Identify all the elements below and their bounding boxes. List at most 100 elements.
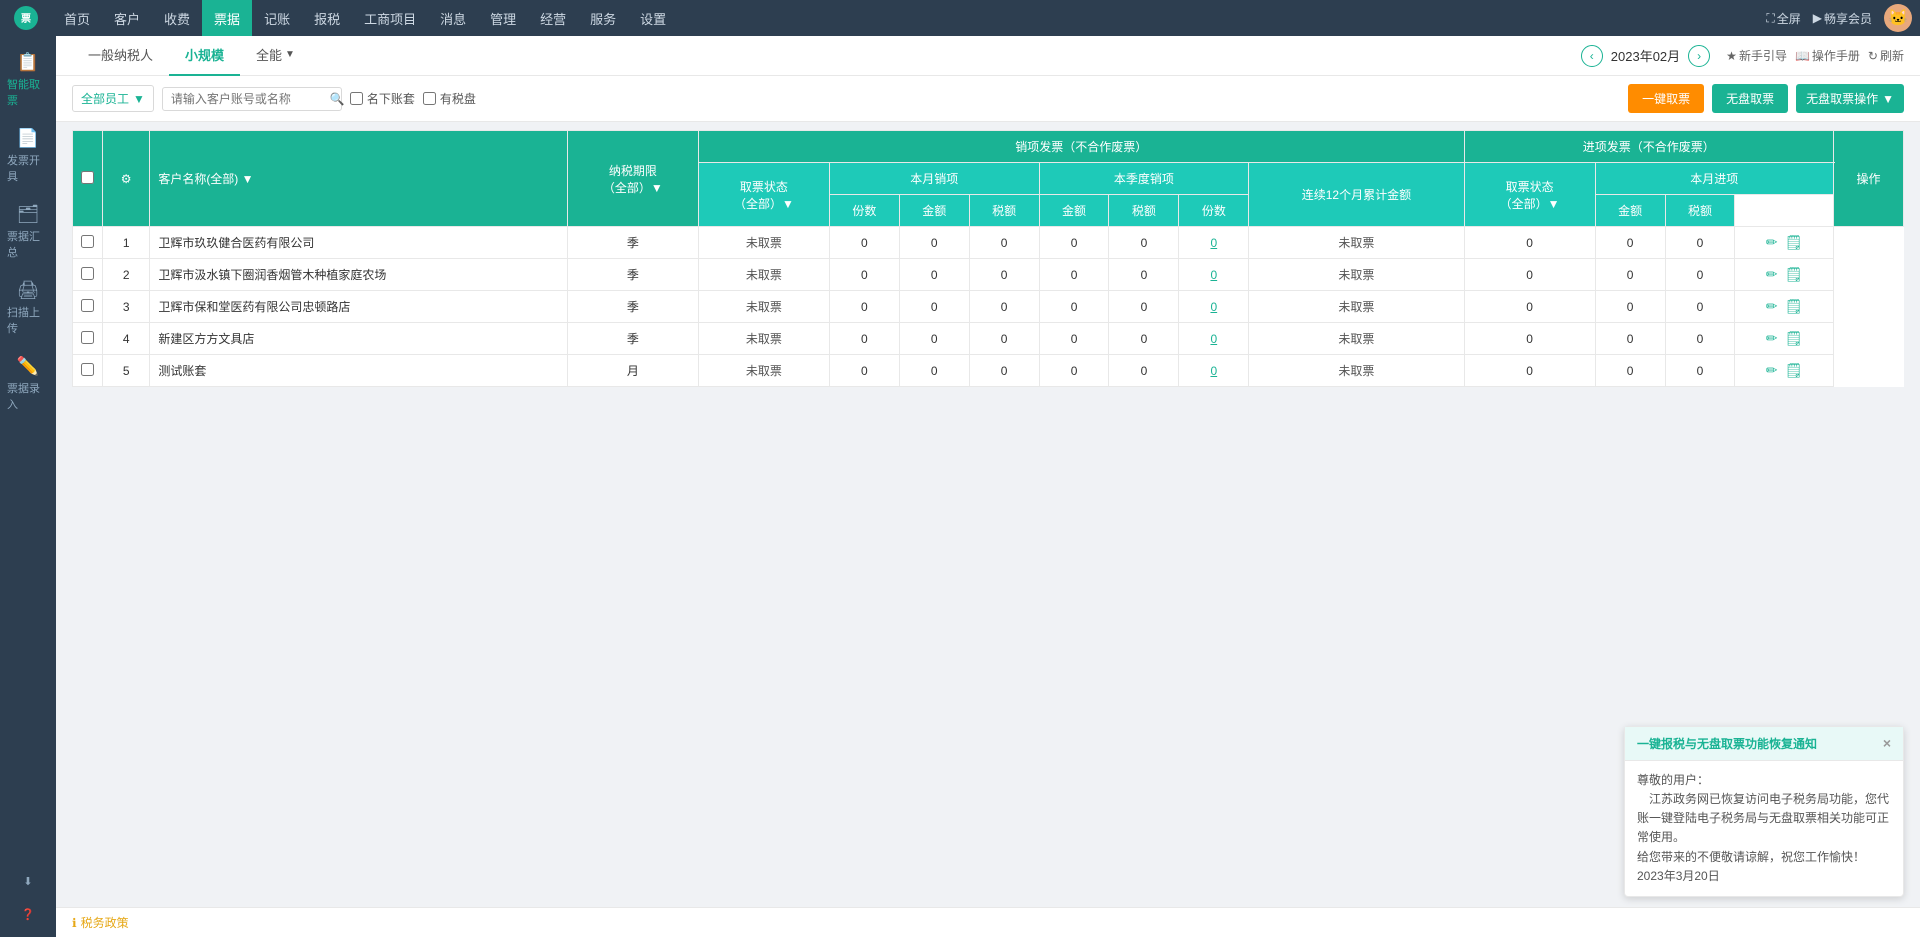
nav-customer[interactable]: 客户 [102, 0, 152, 36]
row-edit-btn-0[interactable]: ✏ [1764, 232, 1780, 253]
th-out-12month: 连续12个月累计金额 [1249, 163, 1464, 227]
row-actions-2: ✏ 🗒 [1735, 291, 1834, 323]
guide-btn[interactable]: ★ 新手引导 [1726, 47, 1787, 64]
row-checkbox-0[interactable] [81, 235, 94, 248]
row-in-month-amount-1: 0 [1595, 259, 1665, 291]
row-checkbox-cell [73, 259, 103, 291]
search-input[interactable] [171, 92, 326, 106]
tab-right-actions: ★ 新手引导 📖 操作手册 ↻ 刷新 [1726, 47, 1904, 64]
nav-collection[interactable]: 收费 [152, 0, 202, 36]
top-navigation: 票 首页 客户 收费 票据 记账 报税 工商项目 消息 管理 经营 服务 设置 … [0, 0, 1920, 36]
row-checkbox-1[interactable] [81, 267, 94, 280]
refresh-btn[interactable]: ↻ 刷新 [1868, 47, 1904, 64]
row-out-12month-2: 0 [1179, 291, 1249, 323]
row-in-status-1: 未取票 [1249, 259, 1464, 291]
period-prev-btn[interactable]: ‹ [1581, 45, 1603, 67]
popup-title: 一键报税与无盘取票功能恢复通知 [1637, 735, 1817, 752]
row-checkbox-3[interactable] [81, 331, 94, 344]
nav-invoice[interactable]: 票据 [202, 0, 252, 36]
no-disk-fetch-btn[interactable]: 无盘取票 [1712, 84, 1788, 113]
nav-bookkeeping[interactable]: 记账 [252, 0, 302, 36]
th-out-status: 取票状态（全部）▼ [698, 163, 829, 227]
nav-home[interactable]: 首页 [52, 0, 102, 36]
th-out-quarter: 本季度销项 [1039, 163, 1249, 195]
popup-close-btn[interactable]: × [1883, 735, 1891, 751]
row-edit-btn-3[interactable]: ✏ [1764, 328, 1780, 349]
row-tax-period-4: 月 [567, 355, 698, 387]
entry-icon: ✏️ [17, 356, 39, 377]
row-name-4: 测试账套 [150, 355, 568, 387]
row-out-quarter-tax-2: 0 [1109, 291, 1179, 323]
member-btn[interactable]: ▶ 畅享会员 [1813, 10, 1872, 27]
no-disk-ops-btn[interactable]: 无盘取票操作 ▼ [1796, 84, 1904, 113]
row-out-month-tax-0: 0 [969, 227, 1039, 259]
table-row: 5 测试账套 月 未取票 0 0 0 0 0 0 未取票 0 0 0 ✏ 🗒 [73, 355, 1904, 387]
nav-settings[interactable]: 设置 [628, 0, 678, 36]
nav-service[interactable]: 服务 [578, 0, 628, 36]
period-next-btn[interactable]: › [1688, 45, 1710, 67]
row-detail-btn-2[interactable]: 🗒 [1783, 296, 1805, 317]
row-out-status-4: 未取票 [698, 355, 829, 387]
manual-btn[interactable]: 📖 操作手册 [1795, 47, 1860, 64]
row-detail-btn-3[interactable]: 🗒 [1783, 328, 1805, 349]
table-row: 2 卫辉市汲水镇下圈润香烟管木种植家庭农场 季 未取票 0 0 0 0 0 0 … [73, 259, 1904, 291]
fullscreen-btn[interactable]: ⛶ 全屏 [1766, 10, 1800, 27]
has-tax-checkbox-label[interactable]: 有税盘 [423, 90, 476, 107]
sub-account-checkbox[interactable] [350, 92, 363, 105]
row-in-month-tax-4: 0 [1665, 355, 1735, 387]
sidebar-item-scan[interactable]: 🖨 扫描上传 [3, 272, 53, 344]
nav-tax[interactable]: 报税 [302, 0, 352, 36]
nav-operation[interactable]: 经营 [528, 0, 578, 36]
row-edit-btn-1[interactable]: ✏ [1764, 264, 1780, 285]
nav-management[interactable]: 管理 [478, 0, 528, 36]
employee-filter[interactable]: 全部员工 ▼ [72, 85, 154, 112]
sidebar-item-download[interactable]: ⬇ [3, 867, 53, 896]
row-num-1: 2 [103, 259, 150, 291]
row-in-month-amount-0: 0 [1595, 227, 1665, 259]
tab-all[interactable]: 全能 ▼ [240, 36, 311, 76]
row-out-month-count-3: 0 [829, 323, 899, 355]
sidebar-item-issue[interactable]: 📄 发票开具 [3, 120, 53, 192]
row-in-status-0: 未取票 [1249, 227, 1464, 259]
has-tax-checkbox[interactable] [423, 92, 436, 105]
sidebar-item-help[interactable]: ❓ [3, 900, 53, 929]
sidebar-item-summary[interactable]: 🗂 票据汇总 [3, 196, 53, 268]
row-in-status-3: 未取票 [1249, 323, 1464, 355]
row-actions-3: ✏ 🗒 [1735, 323, 1834, 355]
row-out-month-amount-1: 0 [899, 259, 969, 291]
row-detail-btn-1[interactable]: 🗒 [1783, 264, 1805, 285]
sidebar-item-smart-fetch[interactable]: 📋 智能取票 [3, 44, 53, 116]
row-detail-btn-0[interactable]: 🗒 [1783, 232, 1805, 253]
row-out-quarter-amount-2: 0 [1039, 291, 1109, 323]
row-checkbox-2[interactable] [81, 299, 94, 312]
row-tax-period-2: 季 [567, 291, 698, 323]
row-checkbox-cell [73, 291, 103, 323]
row-out-status-0: 未取票 [698, 227, 829, 259]
sidebar-item-entry[interactable]: ✏️ 票据录入 [3, 348, 53, 420]
row-in-month-amount-2: 0 [1595, 291, 1665, 323]
user-avatar[interactable]: 🐱 [1884, 4, 1912, 32]
th-in-month-amount: 金额 [1595, 195, 1665, 227]
row-edit-btn-4[interactable]: ✏ [1764, 360, 1780, 381]
row-out-status-2: 未取票 [698, 291, 829, 323]
select-all-checkbox[interactable] [81, 171, 94, 184]
th-out-month-tax: 税额 [969, 195, 1039, 227]
tab-small[interactable]: 小规模 [169, 36, 240, 76]
sub-account-checkbox-label[interactable]: 名下账套 [350, 90, 415, 107]
row-checkbox-4[interactable] [81, 363, 94, 376]
row-actions-4: ✏ 🗒 [1735, 355, 1834, 387]
row-out-12month-3: 0 [1179, 323, 1249, 355]
row-edit-btn-2[interactable]: ✏ [1764, 296, 1780, 317]
nav-business[interactable]: 工商项目 [352, 0, 428, 36]
tab-general[interactable]: 一般纳税人 [72, 36, 169, 76]
th-incoming-group: 进项发票（不合作废票） [1464, 131, 1833, 163]
row-num-3: 4 [103, 323, 150, 355]
tax-policy-link[interactable]: 税务政策 [81, 914, 129, 931]
row-out-month-count-4: 0 [829, 355, 899, 387]
nav-right-actions: ⛶ 全屏 ▶ 畅享会员 🐱 [1766, 4, 1912, 32]
nav-message[interactable]: 消息 [428, 0, 478, 36]
row-detail-btn-4[interactable]: 🗒 [1783, 360, 1805, 381]
period-navigator: ‹ 2023年02月 › [1581, 45, 1710, 67]
th-in-month-count: 份数 [1179, 195, 1249, 227]
one-key-fetch-btn[interactable]: 一键取票 [1628, 84, 1704, 113]
